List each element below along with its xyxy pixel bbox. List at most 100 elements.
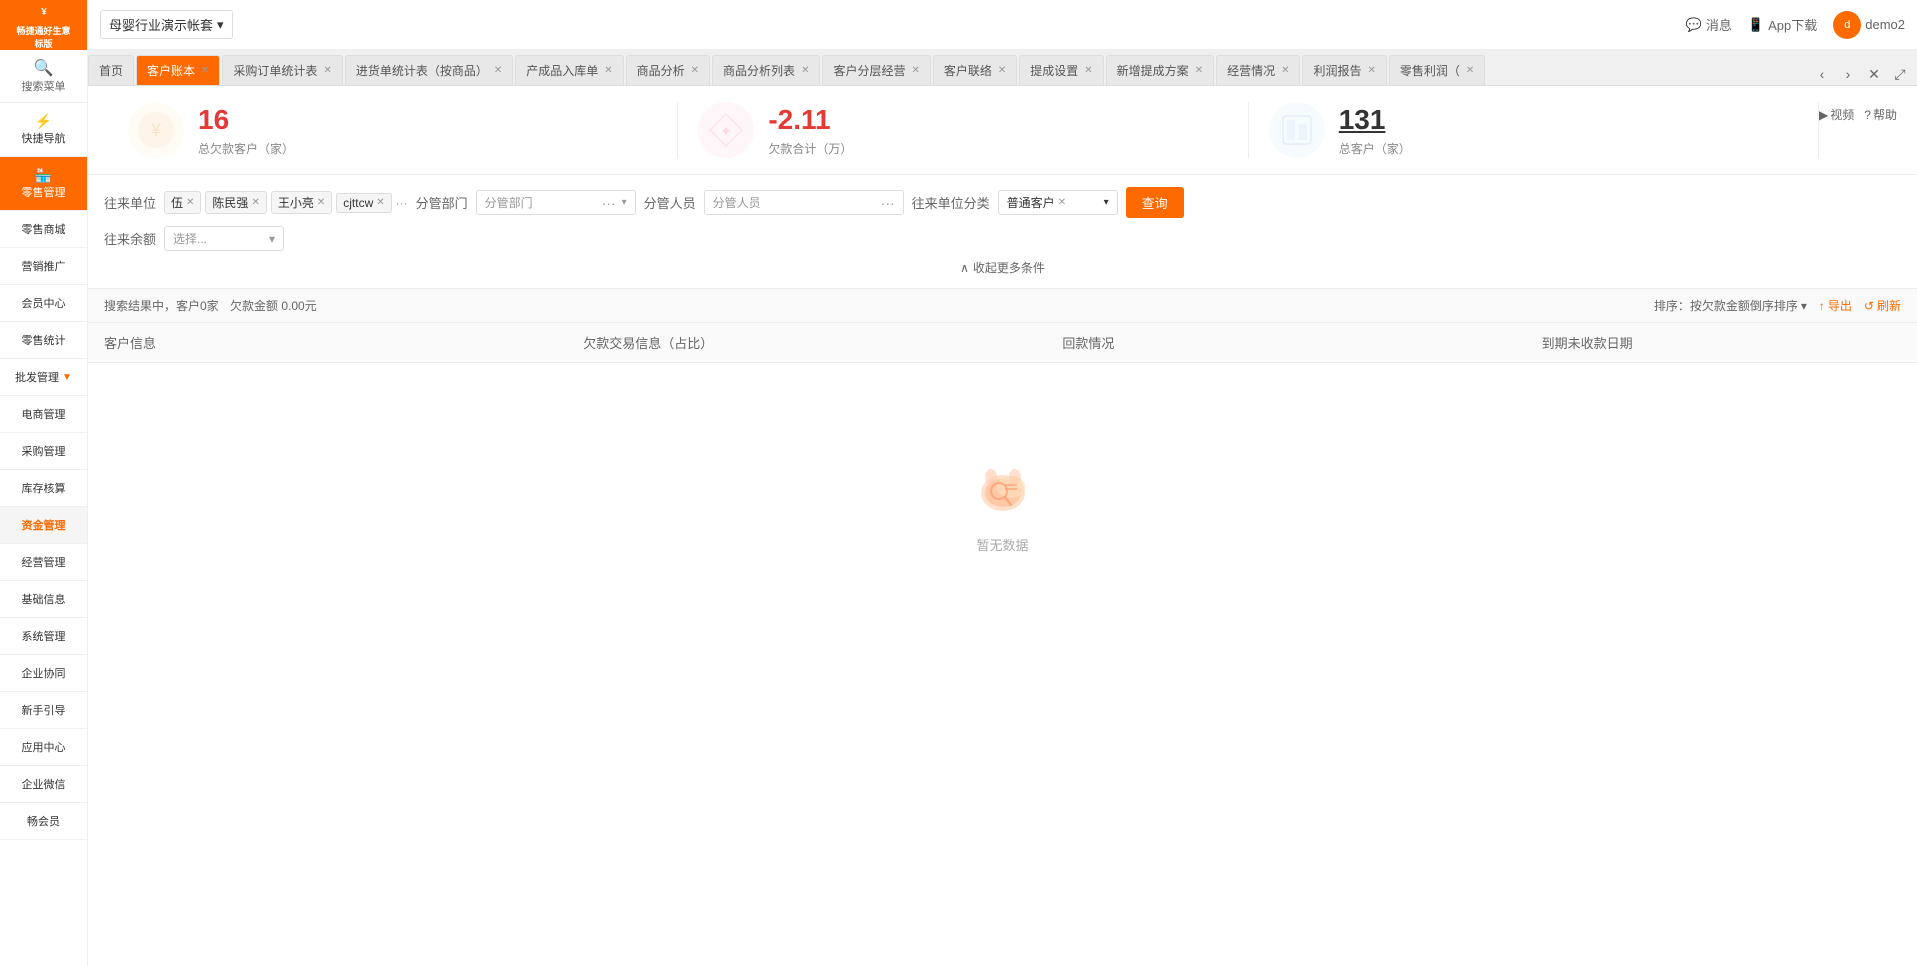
user-profile[interactable]: d demo2 — [1833, 11, 1905, 39]
export-button[interactable]: ↑ 导出 — [1819, 297, 1852, 314]
sidebar-item-chang-member[interactable]: 畅会员 — [0, 803, 87, 840]
sidebar-item-app-center[interactable]: 应用中心 — [0, 729, 87, 766]
sidebar-item-retail-mall[interactable]: 零售商城 — [0, 211, 87, 248]
main-area: 母婴行业演示帐套 ▾ 💬 消息 📱 App下载 d demo2 首页 — [88, 0, 1917, 966]
dept-filter-select[interactable]: 分管部门 ··· ▾ — [476, 190, 636, 215]
more-tags-button[interactable]: ··· — [396, 196, 408, 210]
tab-label: 利润报告 — [1313, 62, 1361, 79]
close-icon[interactable]: ✕ — [201, 65, 209, 76]
remove-category-tag[interactable]: ✕ — [1058, 197, 1066, 208]
result-summary: 搜索结果中，客户0家 欠款金额 0.00元 — [104, 297, 317, 314]
chevron-up-icon: ∧ — [960, 261, 969, 275]
close-icon[interactable]: ✕ — [604, 65, 612, 76]
dept-more-icon[interactable]: ··· — [602, 195, 616, 211]
close-icon[interactable]: ✕ — [801, 65, 809, 76]
close-icon[interactable]: ✕ — [1368, 65, 1376, 76]
sidebar-item-quick-nav[interactable]: ⚡ 快捷导航 — [0, 103, 87, 157]
account-selector[interactable]: 母婴行业演示帐套 ▾ — [100, 10, 233, 39]
help-link[interactable]: ? 帮助 — [1864, 106, 1897, 123]
summary-card-debt-amount: ✦ -2.11 欠款合计（万） — [678, 102, 1248, 158]
remove-tag-wu[interactable]: ✕ — [186, 197, 194, 208]
tab-commission-settings[interactable]: 提成设置 ✕ — [1019, 55, 1103, 85]
sidebar-item-member[interactable]: 会员中心 — [0, 285, 87, 322]
close-icon[interactable]: ✕ — [1195, 65, 1203, 76]
account-name: 母婴行业演示帐套 — [109, 15, 213, 34]
dept-arrow-icon: ▾ — [622, 197, 627, 208]
sidebar-item-marketing[interactable]: 营销推广 — [0, 248, 87, 285]
sidebar-item-search[interactable]: 🔍 搜索菜单 — [0, 50, 87, 103]
tab-product-analysis-list[interactable]: 商品分析列表 ✕ — [712, 55, 820, 85]
close-icon[interactable]: ✕ — [494, 65, 502, 76]
sort-arrow-icon: ▾ — [1801, 299, 1807, 313]
person-more-icon[interactable]: ··· — [881, 195, 895, 211]
category-filter-select[interactable]: 普通客户 ✕ ▾ — [998, 190, 1118, 215]
balance-placeholder: 选择... — [173, 230, 207, 247]
debt-customers-icon: ¥ — [128, 102, 184, 158]
sidebar-item-enterprise-wechat[interactable]: 企业微信 — [0, 766, 87, 803]
tab-customer-tier[interactable]: 客户分层经营 ✕ — [822, 55, 930, 85]
sidebar-item-finance[interactable]: 资金管理 — [0, 507, 87, 544]
message-link[interactable]: 💬 消息 — [1686, 15, 1732, 34]
sidebar-item-retail-stats[interactable]: 零售统计 — [0, 322, 87, 359]
video-link[interactable]: ▶ 视频 — [1819, 106, 1854, 123]
collapse-button[interactable]: ∧ 收起更多条件 — [104, 259, 1901, 276]
avatar: d — [1833, 11, 1861, 39]
tab-label: 零售利润（ — [1400, 62, 1460, 79]
sidebar-item-inventory[interactable]: 库存核算 — [0, 470, 87, 507]
sidebar-item-purchase[interactable]: 采购管理 — [0, 433, 87, 470]
tab-product-analysis[interactable]: 商品分析 ✕ — [626, 55, 710, 85]
close-icon[interactable]: ✕ — [1084, 65, 1092, 76]
filter-tag-wu[interactable]: 伍 ✕ — [164, 191, 201, 214]
sidebar-item-enterprise-collab[interactable]: 企业协同 — [0, 655, 87, 692]
sort-select[interactable]: 排序：按欠款金额倒序排序 ▾ — [1654, 297, 1807, 314]
sidebar-item-operations[interactable]: 经营管理 — [0, 544, 87, 581]
tab-customer-contact[interactable]: 客户联络 ✕ — [933, 55, 1017, 85]
close-all-tabs-button[interactable]: ✕ — [1863, 63, 1885, 85]
filter-tag-wang[interactable]: 王小亮 ✕ — [271, 191, 332, 214]
logo-subtext: 标版 — [34, 37, 52, 50]
filter-tag-chen[interactable]: 陈民强 ✕ — [205, 191, 266, 214]
tab-retail-profit[interactable]: 零售利润（ ✕ — [1389, 55, 1485, 85]
phone-icon: 📱 — [1748, 17, 1764, 33]
total-debt-customers-label: 总欠款客户（家） — [198, 140, 294, 157]
remove-tag-cjttcw[interactable]: ✕ — [376, 197, 384, 208]
category-tag[interactable]: 普通客户 ✕ — [1007, 194, 1066, 211]
sidebar-item-retail[interactable]: 🏪 零售管理 — [0, 157, 87, 211]
close-icon[interactable]: ✕ — [1466, 65, 1474, 76]
tab-home[interactable]: 首页 — [88, 55, 134, 85]
tab-purchase-order-stats[interactable]: 采购订单统计表 ✕ — [222, 55, 342, 85]
tab-label: 客户联络 — [944, 62, 992, 79]
balance-filter-select[interactable]: 选择... ▾ — [164, 226, 284, 251]
tab-label: 经营情况 — [1227, 62, 1275, 79]
sidebar-item-ecommerce[interactable]: 电商管理 — [0, 396, 87, 433]
prev-tab-button[interactable]: ‹ — [1811, 63, 1833, 85]
query-button[interactable]: 查询 — [1126, 187, 1184, 218]
sidebar-item-basic-info[interactable]: 基础信息 — [0, 581, 87, 618]
tab-stock-stats-by-product[interactable]: 进货单统计表（按商品） ✕ — [345, 55, 513, 85]
sort-label: 排序：按欠款金额倒序排序 — [1654, 297, 1798, 314]
person-filter-select[interactable]: 分管人员 ··· — [704, 190, 904, 215]
close-icon[interactable]: ✕ — [691, 65, 699, 76]
tab-finished-goods[interactable]: 产成品入库单 ✕ — [515, 55, 623, 85]
maximize-button[interactable]: ⤢ — [1889, 63, 1911, 85]
export-icon: ↑ — [1819, 299, 1825, 313]
tab-new-commission-plan[interactable]: 新增提成方案 ✕ — [1106, 55, 1214, 85]
remove-tag-wang[interactable]: ✕ — [317, 197, 325, 208]
filter-tag-cjttcw[interactable]: cjttcw ✕ — [336, 193, 391, 213]
sidebar-item-newbie[interactable]: 新手引导 — [0, 692, 87, 729]
sidebar-item-wholesale[interactable]: 批发管理 ▼ — [0, 359, 87, 396]
refresh-button[interactable]: ↺ 刷新 — [1864, 297, 1901, 314]
sidebar-item-system[interactable]: 系统管理 — [0, 618, 87, 655]
tab-customer-ledger[interactable]: 客户账本 ✕ — [136, 55, 220, 85]
next-tab-button[interactable]: › — [1837, 63, 1859, 85]
close-icon[interactable]: ✕ — [1281, 65, 1289, 76]
close-icon[interactable]: ✕ — [323, 65, 331, 76]
close-icon[interactable]: ✕ — [998, 65, 1006, 76]
close-icon[interactable]: ✕ — [911, 65, 919, 76]
app-download-link[interactable]: 📱 App下载 — [1748, 15, 1817, 34]
tab-profit-report[interactable]: 利润报告 ✕ — [1302, 55, 1386, 85]
tab-business-overview[interactable]: 经营情况 ✕ — [1216, 55, 1300, 85]
remove-tag-chen[interactable]: ✕ — [251, 197, 259, 208]
col-due-date: 到期未收款日期 — [1542, 333, 1901, 352]
summary-help-links: ▶ 视频 ? 帮助 — [1819, 102, 1897, 123]
